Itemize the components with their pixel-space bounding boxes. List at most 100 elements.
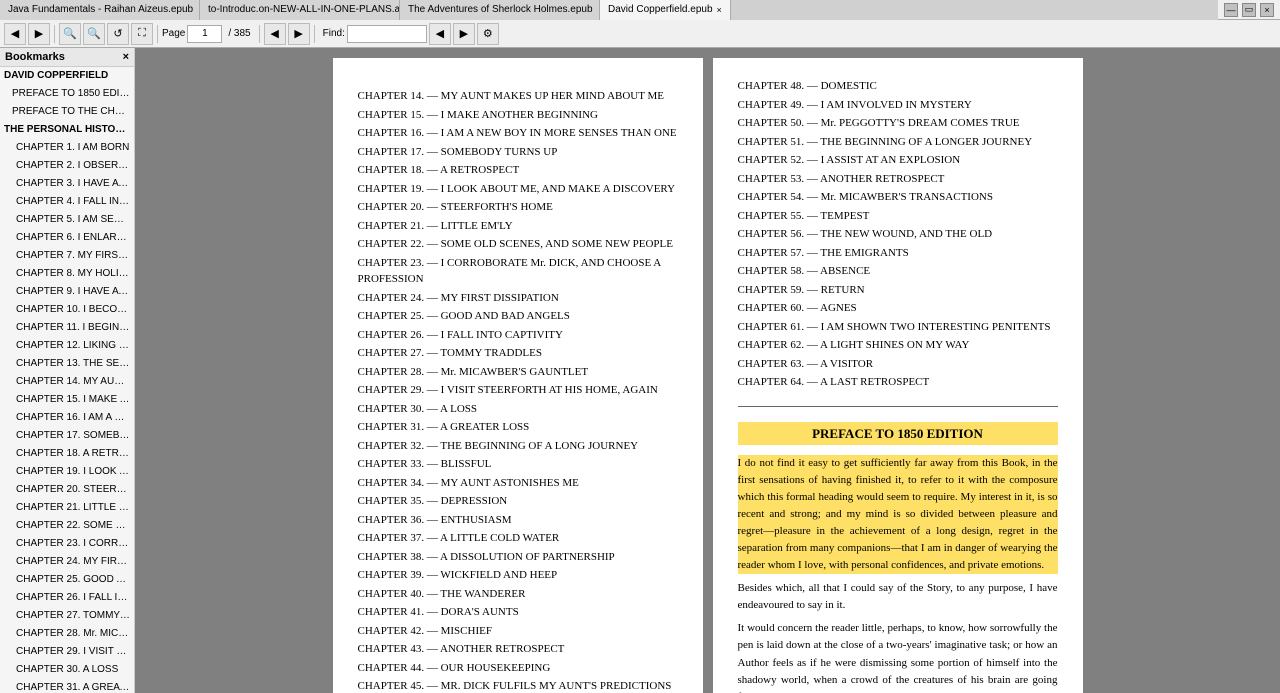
tab-java[interactable]: Java Fundamentals - Raihan Aizeus.epub (0, 0, 200, 20)
toc-entry: CHAPTER 30. — A LOSS (358, 401, 678, 418)
toc-entry: CHAPTER 22. — SOME OLD SCENES, AND SOME … (358, 236, 678, 253)
page-total: / 385 (228, 28, 250, 39)
sidebar-item[interactable]: CHAPTER 13. THE SEQUE (0, 355, 134, 373)
toc-entry: CHAPTER 15. — I MAKE ANOTHER BEGINNING (358, 107, 678, 124)
tab-david[interactable]: David Copperfield.epub × (600, 0, 731, 20)
title-bar: Java Fundamentals - Raihan Aizeus.epub t… (0, 0, 1280, 20)
prev-page-button[interactable]: ◀ (264, 23, 286, 45)
sidebar-item[interactable]: CHAPTER 3. I HAVE A CH (0, 175, 134, 193)
tab-plans[interactable]: to-Introduc.on-NEW-ALL-IN-ONE-PLANS.aspx… (200, 0, 400, 20)
sidebar-item[interactable]: CHAPTER 20. STEERFORTH (0, 481, 134, 499)
toc-entry: CHAPTER 51. — THE BEGINNING OF A LONGER … (738, 134, 1058, 151)
toc-entry: CHAPTER 39. — WICKFIELD AND HEEP (358, 567, 678, 584)
sidebar-item[interactable]: CHAPTER 27. TOMMY TR (0, 607, 134, 625)
next-page-button[interactable]: ▶ (288, 23, 310, 45)
sidebar-item[interactable]: CHAPTER 21. LITTLE EM'LY (0, 499, 134, 517)
page-input[interactable]: 1 (187, 25, 222, 43)
refresh-button[interactable]: ↺ (107, 23, 129, 45)
toc-entry: CHAPTER 17. — SOMEBODY TURNS UP (358, 144, 678, 161)
toc-entry: CHAPTER 57. — THE EMIGRANTS (738, 245, 1058, 262)
sidebar-item[interactable]: CHAPTER 25. GOOD AND (0, 571, 134, 589)
page-divider (738, 406, 1058, 407)
sidebar-item[interactable]: CHAPTER 29. I VISIT STE (0, 643, 134, 661)
toc-entry: CHAPTER 52. — I ASSIST AT AN EXPLOSION (738, 152, 1058, 169)
sidebar-item[interactable]: CHAPTER 28. Mr. MICAW (0, 625, 134, 643)
find-prev-button[interactable]: ◀ (429, 23, 451, 45)
close-button[interactable]: × (1260, 3, 1274, 17)
minimize-button[interactable]: — (1224, 3, 1238, 17)
zoom-in-button[interactable]: 🔍 (83, 23, 105, 45)
sidebar-item[interactable]: CHAPTER 30. A LOSS (0, 661, 134, 679)
sidebar-item[interactable]: PREFACE TO 1850 EDITIO (0, 85, 134, 103)
toc-entry: CHAPTER 61. — I AM SHOWN TWO INTERESTING… (738, 319, 1058, 336)
toc-entry: CHAPTER 43. — ANOTHER RETROSPECT (358, 641, 678, 658)
sidebar-item[interactable]: CHAPTER 18. A RETROSP (0, 445, 134, 463)
toc-entry: CHAPTER 64. — A LAST RETROSPECT (738, 374, 1058, 391)
find-options-button[interactable]: ⚙ (477, 23, 499, 45)
toc-entry: CHAPTER 62. — A LIGHT SHINES ON MY WAY (738, 337, 1058, 354)
sidebar-item[interactable]: CHAPTER 8. MY HOLIDAY (0, 265, 134, 283)
toc-entry: CHAPTER 26. — I FALL INTO CAPTIVITY (358, 327, 678, 344)
preface-paragraph: It would concern the reader little, perh… (738, 620, 1058, 693)
fit-button[interactable]: ⛶ (131, 23, 153, 45)
sidebar-item[interactable]: CHAPTER 11. I BEGIN LIFE (0, 319, 134, 337)
toc-entry: CHAPTER 20. — STEERFORTH'S HOME (358, 199, 678, 216)
sidebar-item[interactable]: CHAPTER 7. MY FIRST H. (0, 247, 134, 265)
tab-sherlock[interactable]: The Adventures of Sherlock Holmes.epub (400, 0, 600, 20)
sidebar-item[interactable]: CHAPTER 10. I BECOME P (0, 301, 134, 319)
sidebar-item[interactable]: DAVID COPPERFIELD (0, 67, 134, 85)
toc-entry: CHAPTER 45. — MR. DICK FULFILS MY AUNT'S… (358, 678, 678, 693)
toc-entry: CHAPTER 40. — THE WANDERER (358, 586, 678, 603)
sidebar-item[interactable]: CHAPTER 19. I LOOK ABC (0, 463, 134, 481)
toc-entry: CHAPTER 27. — TOMMY TRADDLES (358, 345, 678, 362)
tab-label: Java Fundamentals - Raihan Aizeus.epub (8, 4, 193, 15)
separator-1 (54, 25, 55, 43)
right-toc-entries: CHAPTER 48. — DOMESTICCHAPTER 49. — I AM… (738, 78, 1058, 391)
toolbar: ◀ ▶ 🔍 🔍 ↺ ⛶ Page 1 / 385 ◀ ▶ Find: ◀ ▶ ⚙ (0, 20, 1280, 48)
preface-paragraph: I do not find it easy to get sufficientl… (738, 455, 1058, 574)
tab-close-icon[interactable]: × (717, 5, 722, 15)
search-input[interactable] (347, 25, 427, 43)
tab-label-active: David Copperfield.epub (608, 4, 713, 15)
toc-entry: CHAPTER 44. — OUR HOUSEKEEPING (358, 660, 678, 677)
preface-text: I do not find it easy to get sufficientl… (738, 455, 1058, 693)
nav-forward-button[interactable]: ▶ (28, 23, 50, 45)
sidebar-item[interactable]: CHAPTER 16. I AM A NEW (0, 409, 134, 427)
toc-entry: CHAPTER 23. — I CORROBORATE Mr. DICK, AN… (358, 255, 678, 288)
sidebar-items-container: DAVID COPPERFIELDPREFACE TO 1850 EDITIOP… (0, 67, 134, 693)
toc-entry: CHAPTER 54. — Mr. MICAWBER'S TRANSACTION… (738, 189, 1058, 206)
find-label: Find: (323, 28, 345, 39)
toc-entry: CHAPTER 58. — ABSENCE (738, 263, 1058, 280)
sidebar-item[interactable]: CHAPTER 6. I ENLARGE M (0, 229, 134, 247)
sidebar-item[interactable]: THE PERSONAL HISTORY AN (0, 121, 134, 139)
sidebar-item[interactable]: CHAPTER 12. LIKING LIFE (0, 337, 134, 355)
restore-button[interactable]: ▭ (1242, 3, 1256, 17)
sidebar-item[interactable]: CHAPTER 31. A GREATER (0, 679, 134, 693)
sidebar-item[interactable]: CHAPTER 22. SOME OLD (0, 517, 134, 535)
toc-entry: CHAPTER 55. — TEMPEST (738, 208, 1058, 225)
sidebar-item[interactable]: CHAPTER 2. I OBSERVE (0, 157, 134, 175)
nav-back-button[interactable]: ◀ (4, 23, 26, 45)
sidebar-item[interactable]: CHAPTER 26. I FALL INTO (0, 589, 134, 607)
zoom-out-button[interactable]: 🔍 (59, 23, 81, 45)
sidebar-item[interactable]: CHAPTER 15. I MAKE AN (0, 391, 134, 409)
sidebar-item[interactable]: PREFACE TO THE CHARL (0, 103, 134, 121)
sidebar-item[interactable]: CHAPTER 1. I AM BORN (0, 139, 134, 157)
bookmarks-title: Bookmarks (5, 51, 65, 63)
sidebar-close-icon[interactable]: × (123, 51, 129, 63)
sidebar-item[interactable]: CHAPTER 24. MY FIRST D (0, 553, 134, 571)
sidebar-header: Bookmarks × (0, 48, 134, 67)
sidebar-item[interactable]: CHAPTER 17. SOMEBODY (0, 427, 134, 445)
sidebar-item[interactable]: CHAPTER 14. MY AUNT N (0, 373, 134, 391)
find-next-button[interactable]: ▶ (453, 23, 475, 45)
tabs-bar: Java Fundamentals - Raihan Aizeus.epub t… (0, 0, 1218, 20)
sidebar-item[interactable]: CHAPTER 4. I FALL INTO (0, 193, 134, 211)
preface-title: PREFACE TO 1850 EDITION (738, 422, 1058, 446)
sidebar-item[interactable]: CHAPTER 5. I AM SENT A (0, 211, 134, 229)
preface-section: PREFACE TO 1850 EDITION I do not find it… (738, 422, 1058, 693)
sidebar-item[interactable]: CHAPTER 23. I CORROBOR (0, 535, 134, 553)
toc-entry: CHAPTER 36. — ENTHUSIASM (358, 512, 678, 529)
separator-2 (157, 25, 158, 43)
separator-3 (259, 25, 260, 43)
sidebar-item[interactable]: CHAPTER 9. I HAVE A ME (0, 283, 134, 301)
